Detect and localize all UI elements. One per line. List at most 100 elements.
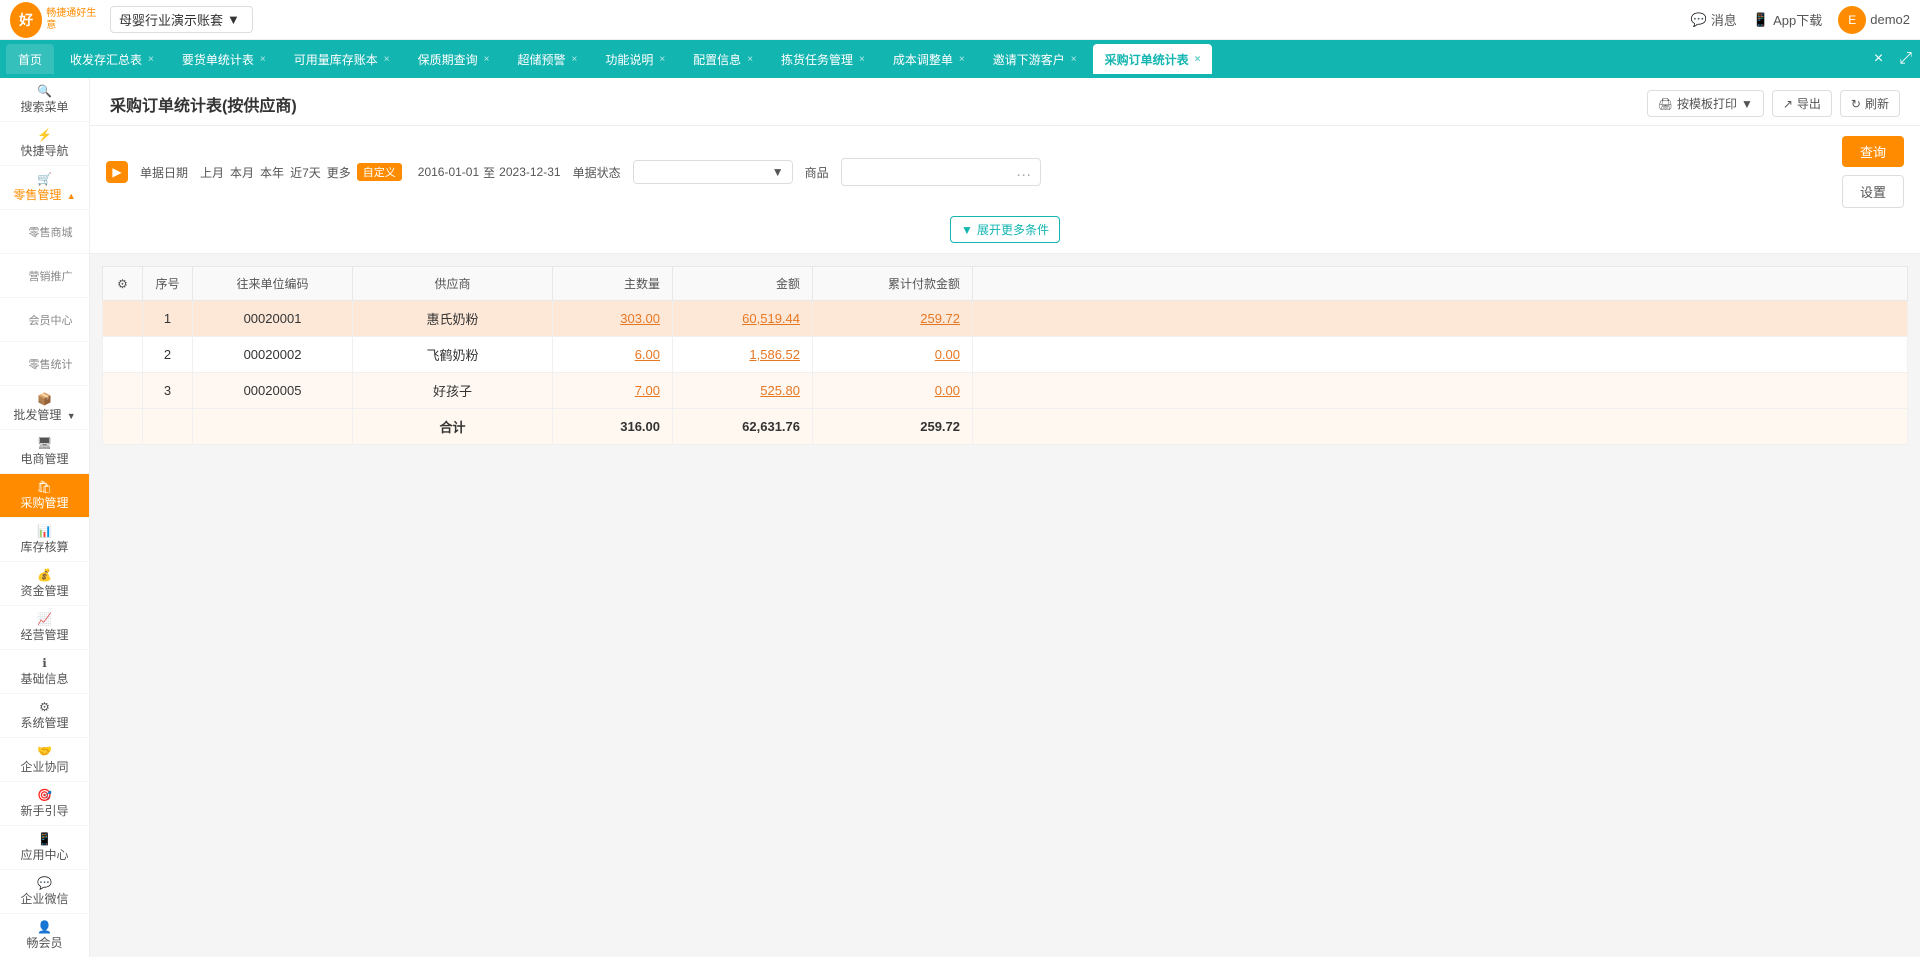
sidebar-item-ecommerce[interactable]: 🖥 电商管理: [0, 430, 89, 474]
query-button[interactable]: 查询: [1842, 136, 1904, 167]
sidebar-item-operations[interactable]: 📈 经营管理: [0, 606, 89, 650]
tab-cost-adjust[interactable]: 成本调整单 ×: [881, 44, 977, 74]
tab-receive-summary-close[interactable]: ×: [148, 54, 154, 65]
sidebar-member-label: 会员中心: [29, 312, 73, 328]
sidebar-item-system[interactable]: ⚙ 系统管理: [0, 694, 89, 738]
tab-picking-close[interactable]: ×: [859, 54, 865, 65]
tab-invite-close[interactable]: ×: [1071, 54, 1077, 65]
filter-toggle-button[interactable]: ▶: [106, 161, 128, 183]
sidebar-item-enterprise-wechat[interactable]: 💬 企业微信: [0, 870, 89, 914]
tabs-expand-icon[interactable]: ⤢: [1895, 46, 1916, 72]
table-row: 3 00020005 好孩子 7.00 525.80 0.00: [103, 373, 1908, 409]
workspace-selector[interactable]: 母婴行业演示账套 ▼: [110, 6, 253, 33]
date-separator: 至: [483, 164, 495, 181]
sidebar-item-app-center[interactable]: 📱 应用中心: [0, 826, 89, 870]
settings-col-icon: ⚙: [117, 277, 128, 291]
print-icon: 🖨: [1658, 97, 1673, 111]
print-label: 按模板打印: [1677, 95, 1737, 112]
expand-more-button[interactable]: ▼ 展开更多条件: [950, 216, 1060, 243]
tab-shelf-life-close[interactable]: ×: [484, 54, 490, 65]
sidebar-retail-stat-label: 零售统计: [29, 356, 73, 372]
sidebar-item-inventory[interactable]: 📊 库存核算: [0, 518, 89, 562]
tab-config-close[interactable]: ×: [747, 54, 753, 65]
sidebar-item-new-guide[interactable]: 🎯 新手引导: [0, 782, 89, 826]
tabs-close-all-icon[interactable]: ×: [1870, 46, 1887, 72]
shortcut-last-month[interactable]: 上月: [200, 164, 224, 181]
td-amount-1[interactable]: 60,519.44: [673, 301, 813, 337]
user-profile[interactable]: E demo2: [1838, 6, 1910, 34]
sidebar-item-member2[interactable]: 👤 畅会员: [0, 914, 89, 957]
shortcut-this-year[interactable]: 本年: [260, 164, 284, 181]
tab-inventory-book-close[interactable]: ×: [384, 54, 390, 65]
tab-overstock[interactable]: 超储预警 ×: [505, 44, 589, 74]
message-button[interactable]: 💬 消息: [1691, 10, 1737, 29]
sidebar-item-basic-info[interactable]: ℹ 基础信息: [0, 650, 89, 694]
tab-invite[interactable]: 邀请下游客户 ×: [981, 44, 1089, 74]
td-qty-2[interactable]: 6.00: [553, 337, 673, 373]
custom-date-tag[interactable]: 自定义: [357, 163, 402, 181]
td-qty-3[interactable]: 7.00: [553, 373, 673, 409]
export-icon: ↗: [1783, 97, 1793, 111]
tab-picking[interactable]: 拣货任务管理 ×: [769, 44, 877, 74]
td-code-2: 00020002: [193, 337, 353, 373]
tab-home[interactable]: 首页: [6, 44, 54, 74]
status-select[interactable]: ▼: [633, 160, 793, 184]
avatar: E: [1838, 6, 1866, 34]
shortcut-more[interactable]: 更多: [327, 164, 351, 181]
refresh-button[interactable]: ↻ 刷新: [1840, 90, 1900, 117]
print-button[interactable]: 🖨 按模板打印 ▼: [1647, 90, 1764, 117]
th-settings[interactable]: ⚙: [103, 267, 143, 301]
sidebar-item-search[interactable]: 🔍 搜索菜单: [0, 78, 89, 122]
goods-input[interactable]: …: [841, 158, 1041, 186]
shortcut-this-month[interactable]: 本月: [230, 164, 254, 181]
sidebar-enterprise-label: 企业协同: [20, 758, 68, 775]
sidebar-item-retail-stat[interactable]: 零售统计: [0, 342, 89, 386]
td-amount-3[interactable]: 525.80: [673, 373, 813, 409]
tab-purchase-summary[interactable]: 采购订单统计表 ×: [1093, 44, 1213, 74]
sidebar-item-shortcut[interactable]: ⚡ 快捷导航: [0, 122, 89, 166]
tab-cost-adjust-close[interactable]: ×: [959, 54, 965, 65]
td-paid-3[interactable]: 0.00: [813, 373, 973, 409]
tab-function-close[interactable]: ×: [659, 54, 665, 65]
sidebar-operations-label: 经营管理: [20, 626, 68, 643]
tab-config[interactable]: 配置信息 ×: [681, 44, 765, 74]
td-amount-2[interactable]: 1,586.52: [673, 337, 813, 373]
goods-more-icon[interactable]: …: [1016, 163, 1032, 181]
sidebar-item-retail-mall[interactable]: 零售商城: [0, 210, 89, 254]
shortcut-7days[interactable]: 近7天: [290, 164, 321, 181]
app-download-button[interactable]: 📱 App下载: [1753, 10, 1822, 29]
tab-order-summary[interactable]: 要货单统计表 ×: [170, 44, 278, 74]
tab-order-summary-label: 要货单统计表: [182, 51, 254, 68]
sidebar-app-center-label: 应用中心: [20, 846, 68, 863]
export-button[interactable]: ↗ 导出: [1772, 90, 1832, 117]
tab-overstock-close[interactable]: ×: [571, 54, 577, 65]
sidebar-item-marketing[interactable]: 营销推广: [0, 254, 89, 298]
refresh-label: 刷新: [1865, 95, 1889, 112]
tab-receive-summary[interactable]: 收发存汇总表 ×: [58, 44, 166, 74]
shortcut-icon: ⚡: [37, 128, 52, 142]
sidebar-item-finance[interactable]: 💰 资金管理: [0, 562, 89, 606]
td-empty-3: [973, 373, 1908, 409]
sidebar-item-member[interactable]: 会员中心: [0, 298, 89, 342]
tab-inventory-book[interactable]: 可用量库存账本 ×: [282, 44, 402, 74]
tab-function[interactable]: 功能说明 ×: [593, 44, 677, 74]
tab-purchase-summary-close[interactable]: ×: [1195, 54, 1201, 65]
tab-shelf-life[interactable]: 保质期查询 ×: [406, 44, 502, 74]
footer-empty-code: [193, 409, 353, 445]
tab-overstock-label: 超储预警: [517, 51, 565, 68]
settings-button[interactable]: 设置: [1842, 175, 1904, 208]
tab-purchase-summary-label: 采购订单统计表: [1105, 51, 1189, 68]
td-qty-1[interactable]: 303.00: [553, 301, 673, 337]
tab-order-summary-close[interactable]: ×: [260, 54, 266, 65]
th-empty: [973, 267, 1908, 301]
app-download-label: App下载: [1773, 10, 1822, 29]
sidebar-item-retail[interactable]: 🛒 零售管理 ▲: [0, 166, 89, 210]
sidebar-item-wholesale[interactable]: 📦 批发管理 ▼: [0, 386, 89, 430]
td-paid-2[interactable]: 0.00: [813, 337, 973, 373]
td-paid-1[interactable]: 259.72: [813, 301, 973, 337]
app-center-icon: 📱: [37, 832, 52, 846]
sidebar-item-purchase[interactable]: 🛍 采购管理: [0, 474, 89, 518]
date-filter-label: 单据日期: [140, 164, 188, 181]
sidebar-new-guide-label: 新手引导: [20, 802, 68, 819]
sidebar-item-enterprise[interactable]: 🤝 企业协同: [0, 738, 89, 782]
